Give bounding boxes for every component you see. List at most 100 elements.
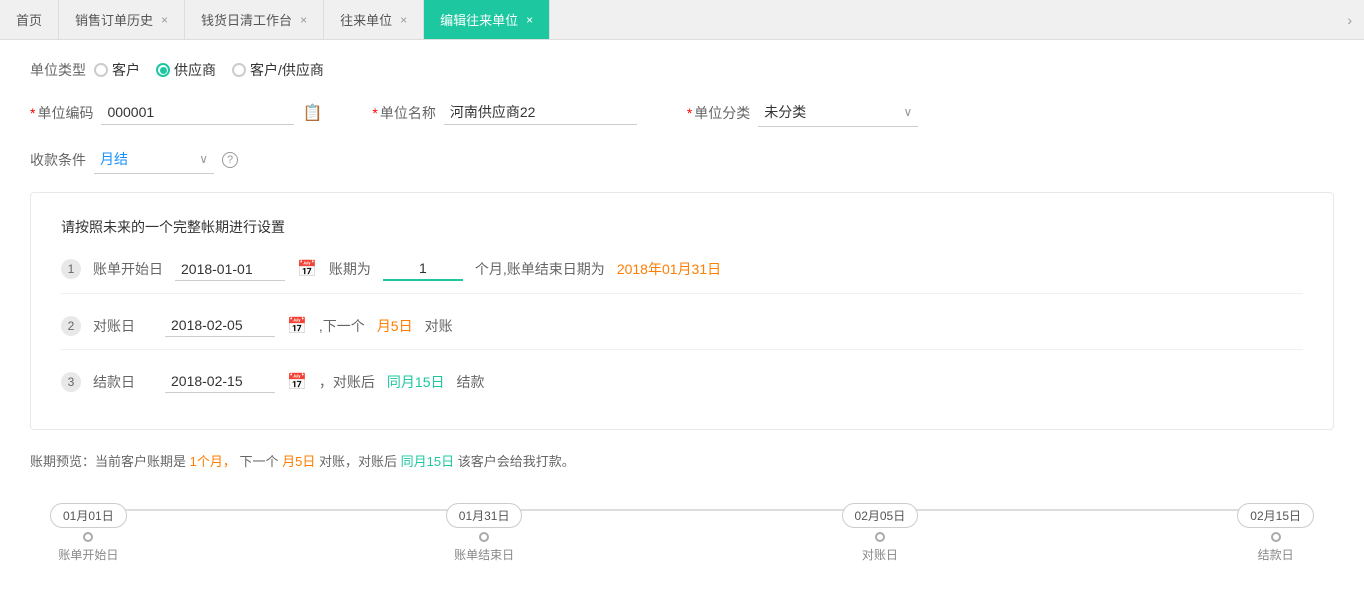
tab-bar: 首页 销售订单历史 × 钱货日清工作台 × 往来单位 × 编辑往来单位 × › <box>0 0 1364 40</box>
timeline-label-2: 账单结束日 <box>454 546 514 563</box>
radio-circle-supplier <box>156 63 170 77</box>
tab-sales-history[interactable]: 销售订单历史 × <box>59 0 185 39</box>
required-star-name: * <box>372 105 377 121</box>
period-field-label-2: 对账日 <box>93 316 153 336</box>
radio-customer[interactable]: 客户 <box>94 60 140 80</box>
tab-edit-partner[interactable]: 编辑往来单位 × <box>424 0 550 39</box>
period-start-cal-icon[interactable]: 📅 <box>297 259 317 279</box>
timeline-label-4: 结款日 <box>1258 546 1294 563</box>
unit-name-label: *单位名称 <box>372 103 435 123</box>
unit-type-row: 单位类型 客户 供应商 客户/供应商 <box>30 60 1334 80</box>
preview-highlight2: 月5日 <box>282 454 315 469</box>
timeline-node-2: 01月31日 账单结束日 <box>446 503 523 563</box>
timeline-date-4: 02月15日 <box>1237 503 1314 528</box>
radio-circle-both <box>232 63 246 77</box>
period-num-1: 1 <box>61 259 81 279</box>
period-title: 请按照未来的一个完整帐期进行设置 <box>61 217 1303 237</box>
payment-label: 收款条件 <box>30 150 86 170</box>
payment-row: 收款条件 月结 ∨ ? <box>30 145 1334 174</box>
period-box: 请按照未来的一个完整帐期进行设置 1 账单开始日 📅 账期为 个月,账单结束日期… <box>30 192 1334 430</box>
tab-partner[interactable]: 往来单位 × <box>324 0 424 39</box>
tab-expand-button[interactable]: › <box>1335 0 1364 39</box>
preview-middle2: 对账，对账后 <box>319 454 397 469</box>
tab-close-partner[interactable]: × <box>400 13 407 27</box>
required-star-class: * <box>687 105 692 121</box>
period-end-date-text: 2018年01月31日 <box>617 259 721 279</box>
unit-name-input[interactable] <box>444 100 637 125</box>
timeline-dot-3 <box>875 532 885 542</box>
timeline-date-2: 01月31日 <box>446 503 523 528</box>
period-row3-highlight: 同月15日 <box>387 372 445 392</box>
payment-select[interactable]: 月结 ∨ <box>94 145 214 174</box>
period-num-3: 3 <box>61 372 81 392</box>
timeline-label-1: 账单开始日 <box>58 546 118 563</box>
period-reconcile-date-input[interactable] <box>165 314 275 337</box>
period-field-label-1: 账单开始日 <box>93 259 163 279</box>
timeline-label-3: 对账日 <box>862 546 898 563</box>
timeline-container: 01月01日 账单开始日 01月31日 账单结束日 02月05日 对账日 02月… <box>30 493 1334 593</box>
period-start-date-input[interactable] <box>175 258 285 281</box>
radio-label-customer: 客户 <box>112 60 140 80</box>
unit-class-arrow-icon: ∨ <box>903 105 912 119</box>
period-row2-suffix: 对账 <box>425 316 453 336</box>
timeline-date-1: 01月01日 <box>50 503 127 528</box>
radio-label-both: 客户/供应商 <box>250 60 324 80</box>
tab-close-sales-history[interactable]: × <box>161 13 168 27</box>
radio-supplier[interactable]: 供应商 <box>156 60 216 80</box>
unit-class-select[interactable]: 未分类 ∨ <box>758 98 918 127</box>
unit-code-label: *单位编码 <box>30 103 93 123</box>
period-months-input[interactable] <box>383 257 463 281</box>
timeline-dot-1 <box>83 532 93 542</box>
unit-type-radio-group: 客户 供应商 客户/供应商 <box>94 60 324 80</box>
preview-highlight1: 1个月， <box>190 454 236 469</box>
preview-suffix: 该客户会给我打款。 <box>458 454 575 469</box>
period-row-2: 2 对账日 📅 ,下一个 月5日 对账 <box>61 314 1303 350</box>
radio-label-supplier: 供应商 <box>174 60 216 80</box>
unit-name-item: *单位名称 <box>372 100 636 125</box>
tab-close-edit-partner[interactable]: × <box>526 13 533 27</box>
preview-section: 账期预览：当前客户账期是 1个月， 下一个 月5日 对账，对账后 同月15日 该… <box>30 450 1334 473</box>
period-row2-prefix: ,下一个 <box>319 316 365 336</box>
timeline-dot-4 <box>1271 532 1281 542</box>
period-payment-cal-icon[interactable]: 📅 <box>287 372 307 392</box>
preview-middle: 下一个 <box>240 454 279 469</box>
unit-type-item: 单位类型 客户 供应商 客户/供应商 <box>30 60 324 80</box>
tab-home[interactable]: 首页 <box>0 0 59 39</box>
period-row3-suffix: 结款 <box>457 372 485 392</box>
unit-code-input[interactable] <box>101 100 294 125</box>
period-payment-date-input[interactable] <box>165 370 275 393</box>
tab-cash-work[interactable]: 钱货日清工作台 × <box>185 0 324 39</box>
period-row2-highlight: 月5日 <box>377 316 413 336</box>
payment-help-icon[interactable]: ? <box>222 152 238 168</box>
payment-item: 收款条件 月结 ∨ ? <box>30 145 238 174</box>
period-row3-prefix: ，对账后 <box>319 372 375 392</box>
radio-both[interactable]: 客户/供应商 <box>232 60 324 80</box>
period-num-2: 2 <box>61 316 81 336</box>
radio-circle-customer <box>94 63 108 77</box>
period-reconcile-cal-icon[interactable]: 📅 <box>287 316 307 336</box>
timeline-node-1: 01月01日 账单开始日 <box>50 503 127 563</box>
payment-arrow-icon: ∨ <box>199 152 208 166</box>
main-content: 单位类型 客户 供应商 客户/供应商 *单位编码 <box>0 40 1364 613</box>
unit-info-row: *单位编码 📋 *单位名称 *单位分类 未分类 ∨ <box>30 98 1334 127</box>
period-field-label-3: 结款日 <box>93 372 153 392</box>
timeline-node-4: 02月15日 结款日 <box>1237 503 1314 563</box>
payment-value: 月结 <box>100 149 193 169</box>
timeline-node-3: 02月05日 对账日 <box>842 503 919 563</box>
unit-type-label: 单位类型 <box>30 60 86 80</box>
period-row-3: 3 结款日 📅 ，对账后 同月15日 结款 <box>61 370 1303 405</box>
preview-highlight3: 同月15日 <box>401 454 454 469</box>
unit-class-item: *单位分类 未分类 ∨ <box>687 98 918 127</box>
unit-code-doc-icon[interactable]: 📋 <box>302 103 322 123</box>
unit-class-label: *单位分类 <box>687 103 750 123</box>
period-unit-text: 个月,账单结束日期为 <box>475 259 605 279</box>
period-row-1: 1 账单开始日 📅 账期为 个月,账单结束日期为 2018年01月31日 <box>61 257 1303 294</box>
unit-class-value: 未分类 <box>764 102 897 122</box>
period-label-text: 账期为 <box>329 259 371 279</box>
timeline-date-3: 02月05日 <box>842 503 919 528</box>
required-star-code: * <box>30 105 35 121</box>
unit-code-item: *单位编码 📋 <box>30 100 322 125</box>
preview-prefix: 账期预览：当前客户账期是 <box>30 454 186 469</box>
timeline-dot-2 <box>479 532 489 542</box>
tab-close-cash-work[interactable]: × <box>300 13 307 27</box>
